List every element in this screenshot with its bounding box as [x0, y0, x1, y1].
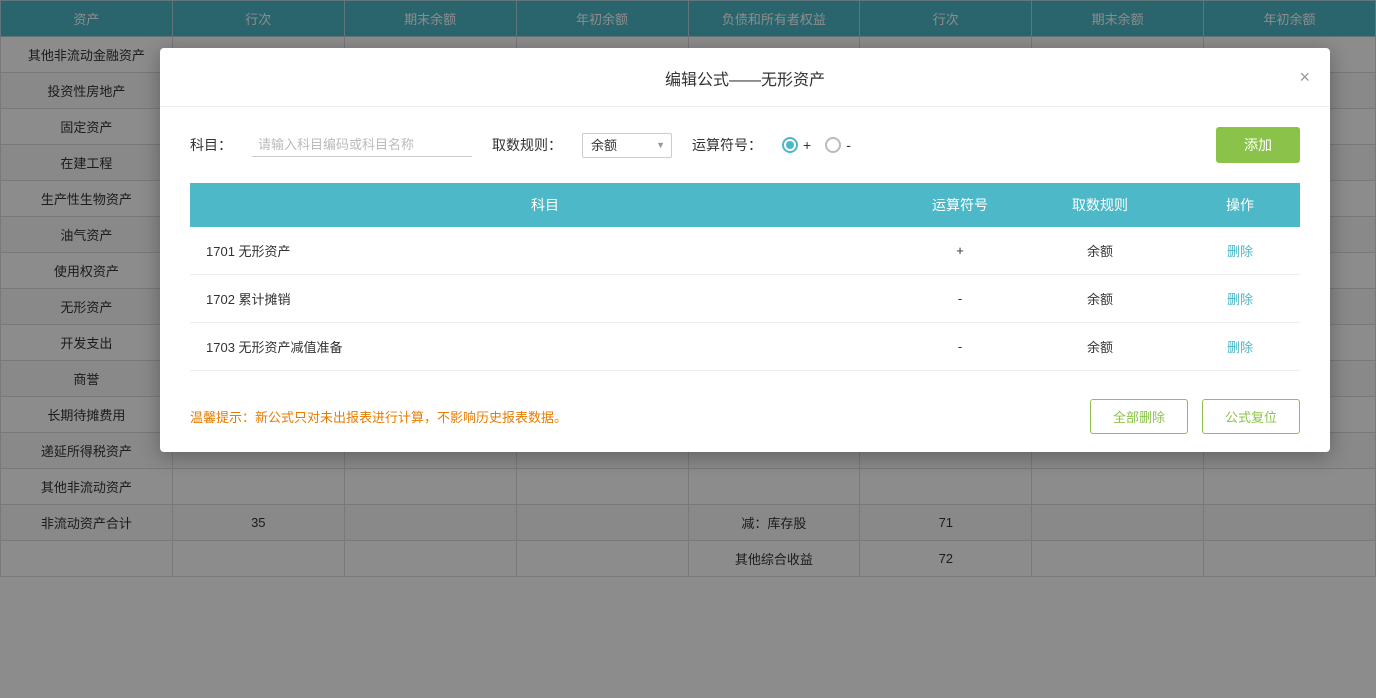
operator-plus-label: + [803, 137, 811, 153]
formula-row: 1703 无形资产减值准备-余额 删除 [190, 323, 1300, 371]
formula-row: 1702 累计摊销-余额 删除 [190, 275, 1300, 323]
th-rule: 取数规则 [1020, 183, 1180, 227]
modal-title: 编辑公式——无形资产 [665, 66, 825, 90]
th-subject: 科目 [190, 183, 900, 227]
formula-cell-subject: 1703 无形资产减值准备 [190, 323, 900, 371]
rule-select-wrap: 余额 借方 贷方 [582, 133, 672, 158]
delete-all-button[interactable]: 全部删除 [1090, 399, 1188, 434]
delete-row-button[interactable]: 删除 [1227, 340, 1253, 355]
rule-label: 取数规则： [492, 135, 562, 155]
edit-formula-modal: 编辑公式——无形资产 × 科目： 取数规则： 余额 借方 贷方 运算符号： + … [160, 48, 1330, 452]
subject-label: 科目： [190, 135, 232, 155]
operator-minus-radio[interactable] [825, 137, 841, 153]
footer-hint: 温馨提示：新公式只对未出报表进行计算，不影响历史报表数据。 [190, 407, 567, 426]
formula-cell-action: 删除 [1180, 275, 1300, 323]
formula-cell-action: 删除 [1180, 323, 1300, 371]
formula-row: 1701 无形资产+余额 删除 [190, 227, 1300, 275]
reset-formula-button[interactable]: 公式复位 [1202, 399, 1300, 434]
operator-radio-group: + - [782, 137, 851, 153]
formula-cell-operator: - [900, 323, 1020, 371]
formula-table-body: 1701 无形资产+余额删除1702 累计摊销-余额删除1703 无形资产减值准… [190, 227, 1300, 371]
modal-header: 编辑公式——无形资产 × [160, 48, 1330, 107]
formula-cell-rule: 余额 [1020, 323, 1180, 371]
operator-label: 运算符号： [692, 135, 762, 155]
subject-input[interactable] [252, 133, 472, 157]
formula-cell-subject: 1701 无形资产 [190, 227, 900, 275]
formula-form-row: 科目： 取数规则： 余额 借方 贷方 运算符号： + - 添加 [160, 107, 1330, 183]
formula-cell-action: 删除 [1180, 227, 1300, 275]
formula-table-head: 科目 运算符号 取数规则 操作 [190, 183, 1300, 227]
rule-select[interactable]: 余额 借方 贷方 [582, 133, 672, 158]
operator-plus-item[interactable]: + [782, 137, 811, 153]
operator-minus-item[interactable]: - [825, 137, 851, 153]
delete-row-button[interactable]: 删除 [1227, 244, 1253, 259]
modal-footer: 温馨提示：新公式只对未出报表进行计算，不影响历史报表数据。 全部删除 公式复位 [160, 381, 1330, 452]
operator-plus-radio[interactable] [782, 137, 798, 153]
formula-cell-operator: - [900, 275, 1020, 323]
th-operator: 运算符号 [900, 183, 1020, 227]
formula-cell-rule: 余额 [1020, 227, 1180, 275]
th-action: 操作 [1180, 183, 1300, 227]
formula-cell-subject: 1702 累计摊销 [190, 275, 900, 323]
formula-table-wrap: 科目 运算符号 取数规则 操作 1701 无形资产+余额删除1702 累计摊销-… [160, 183, 1330, 371]
operator-minus-label: - [846, 137, 851, 153]
formula-cell-operator: + [900, 227, 1020, 275]
delete-row-button[interactable]: 删除 [1227, 292, 1253, 307]
formula-cell-rule: 余额 [1020, 275, 1180, 323]
formula-table: 科目 运算符号 取数规则 操作 1701 无形资产+余额删除1702 累计摊销-… [190, 183, 1300, 371]
modal-close-button[interactable]: × [1299, 68, 1310, 86]
add-button[interactable]: 添加 [1216, 127, 1300, 163]
footer-buttons: 全部删除 公式复位 [1090, 399, 1300, 434]
